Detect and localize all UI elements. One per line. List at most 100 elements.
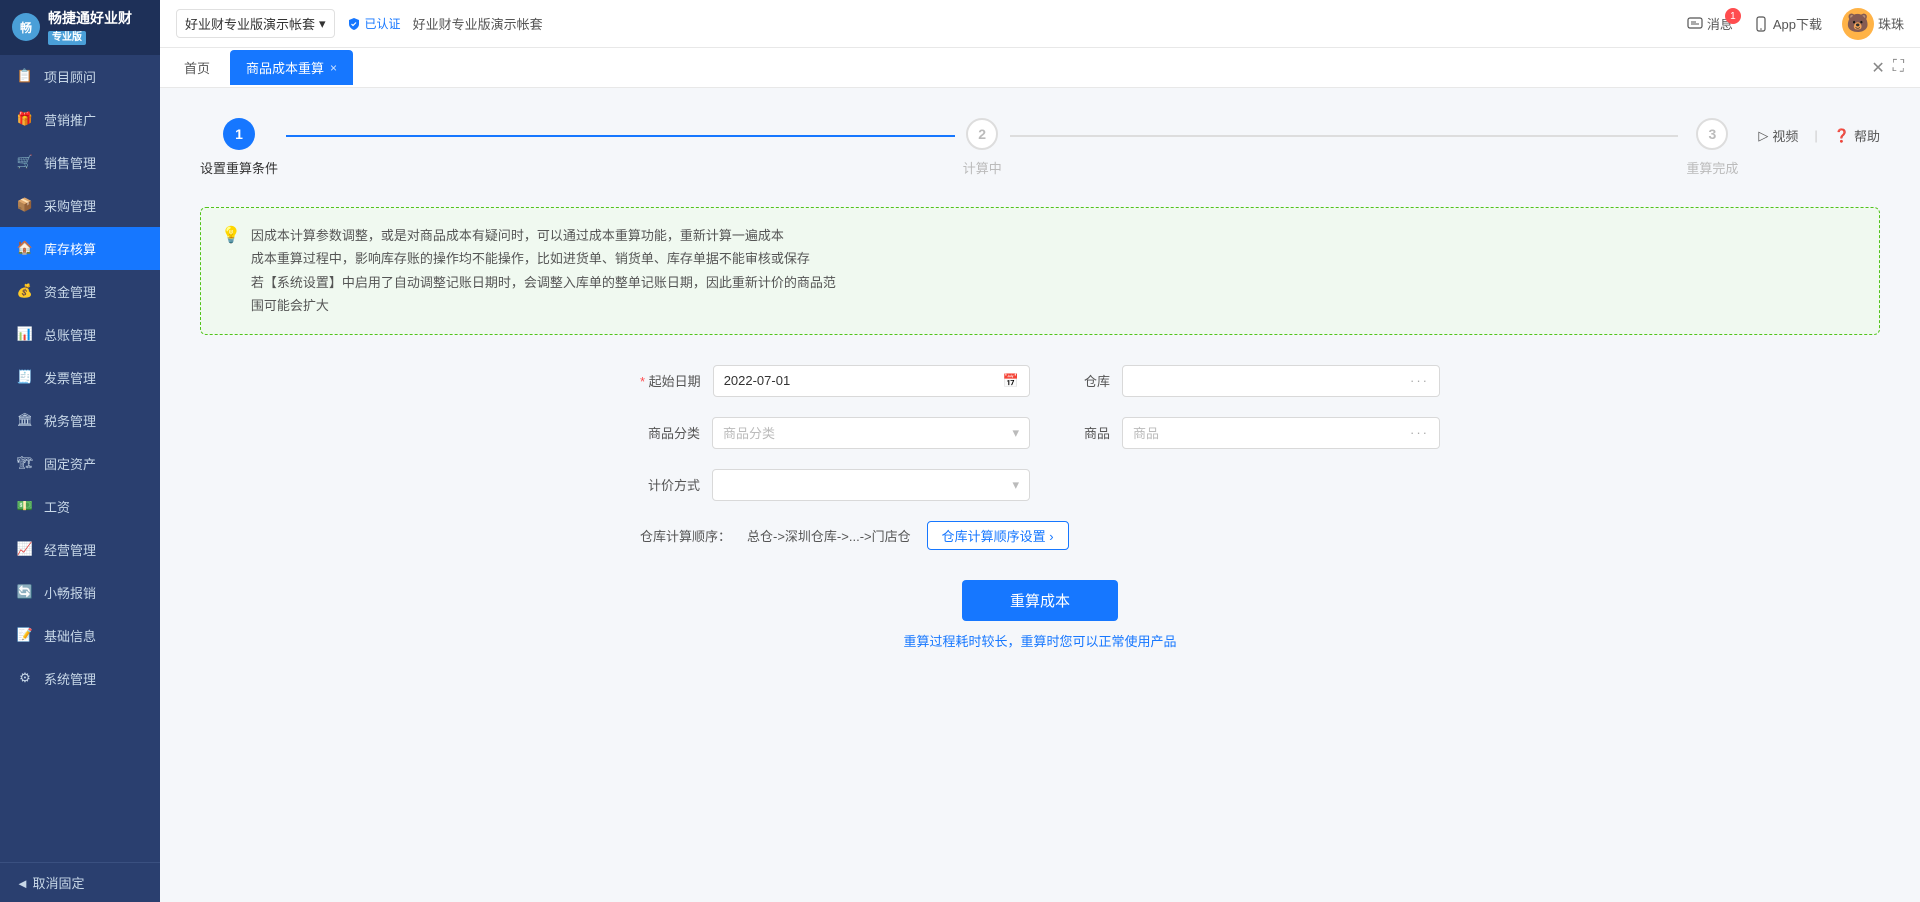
close-window-icon[interactable]: ✕	[1871, 58, 1884, 78]
step-3-circle: 3	[1696, 118, 1728, 150]
goods-dots-icon: ···	[1410, 425, 1429, 440]
tab-home[interactable]: 首页	[168, 50, 226, 85]
sidebar-item-inventory[interactable]: 🏠 库存核算	[0, 227, 160, 270]
tab-home-label: 首页	[184, 58, 210, 77]
sidebar-item-label: 库存核算	[44, 239, 96, 258]
warehouse-order-row: 仓库计算顺序： 总仓->深圳仓库->...->门店仓 仓库计算顺序设置 ›	[640, 521, 1440, 550]
sidebar-item-label: 经营管理	[44, 540, 96, 559]
sidebar-item-operations[interactable]: 📈 经营管理	[0, 528, 160, 571]
step-2-circle: 2	[966, 118, 998, 150]
warehouse-group: 仓库 ···	[1050, 365, 1440, 397]
marketing-icon: 🎁	[16, 110, 34, 128]
basic-icon: 📝	[16, 626, 34, 644]
sidebar-item-purchase[interactable]: 📦 采购管理	[0, 184, 160, 227]
fullscreen-icon[interactable]: ⛶	[1893, 58, 1904, 78]
category-select[interactable]: 商品分类 ▾	[712, 417, 1030, 449]
topbar-actions: 消息 1 App下载 🐻 珠珠	[1687, 8, 1904, 40]
phone-icon	[1753, 16, 1769, 32]
sidebar-item-accounting[interactable]: 📊 总账管理	[0, 313, 160, 356]
sidebar-item-label: 项目顾问	[44, 67, 96, 86]
sidebar-item-finance[interactable]: 💰 资金管理	[0, 270, 160, 313]
sidebar-item-label: 资金管理	[44, 282, 96, 301]
account-selector[interactable]: 好业财专业版演示帐套 ▾	[176, 9, 335, 38]
calendar-icon[interactable]: 📅	[1003, 373, 1019, 389]
form-row-3: 计价方式 ▾	[640, 469, 1440, 501]
step-1: 1 设置重算条件	[200, 118, 278, 177]
invoice-icon: 🧾	[16, 368, 34, 386]
tabbar-controls: ✕ ⛶	[1871, 58, 1912, 78]
pricing-select[interactable]: ▾	[712, 469, 1030, 501]
goods-input[interactable]: 商品 ···	[1122, 417, 1440, 449]
tabbar: 首页 商品成本重算 × ✕ ⛶	[160, 48, 1920, 88]
video-link[interactable]: ▷ 视频	[1758, 126, 1798, 145]
submit-hint: 重算过程耗时较长，重算时您可以正常使用产品	[640, 631, 1440, 650]
finance-icon: 💰	[16, 282, 34, 300]
assets-icon: 🏗	[16, 454, 34, 472]
sidebar-item-project[interactable]: 📋 项目顾问	[0, 55, 160, 98]
sidebar-item-invoice[interactable]: 🧾 发票管理	[0, 356, 160, 399]
goods-placeholder: 商品	[1133, 423, 1410, 442]
sidebar-item-tax[interactable]: 🏛 税务管理	[0, 399, 160, 442]
sales-icon: 🛒	[16, 153, 34, 171]
sidebar-item-label: 基础信息	[44, 626, 96, 645]
sidebar-item-label: 系统管理	[44, 669, 96, 688]
warehouse-label: 仓库	[1050, 371, 1110, 390]
sidebar-item-system[interactable]: ⚙ 系统管理	[0, 657, 160, 700]
message-icon	[1687, 16, 1703, 32]
lightbulb-icon: 💡	[221, 225, 241, 245]
category-label: 商品分类	[640, 423, 700, 442]
user-avatar-button[interactable]: 🐻 珠珠	[1842, 8, 1904, 40]
step-2: 2 计算中	[963, 118, 1002, 177]
warehouse-order-value: 总仓->深圳仓库->...->门店仓	[747, 526, 911, 545]
sidebar-item-expense[interactable]: 🔄 小畅报销	[0, 571, 160, 614]
goods-label: 商品	[1050, 423, 1110, 442]
message-button[interactable]: 消息 1	[1687, 14, 1733, 33]
start-date-value: 2022-07-01	[724, 373, 1003, 388]
shield-icon	[347, 17, 361, 31]
start-date-input[interactable]: 2022-07-01 📅	[713, 365, 1030, 397]
inventory-icon: 🏠	[16, 239, 34, 257]
info-box: 💡 因成本计算参数调整，或是对商品成本有疑问时，可以通过成本重算功能，重新计算一…	[200, 207, 1880, 335]
app-icon: 畅	[12, 13, 40, 41]
sidebar-item-label: 发票管理	[44, 368, 96, 387]
help-links: ▷ 视频 | ❓ 帮助	[1758, 118, 1880, 145]
warehouse-input[interactable]: ···	[1122, 365, 1440, 397]
app-download-button[interactable]: App下载	[1753, 14, 1822, 33]
step-2-label: 计算中	[963, 158, 1002, 177]
step-1-label: 设置重算条件	[200, 158, 278, 177]
sidebar-item-sales[interactable]: 🛒 销售管理	[0, 141, 160, 184]
pricing-group: 计价方式 ▾	[640, 469, 1030, 501]
divider: |	[1814, 128, 1817, 143]
account-name: 好业财专业版演示帐套	[185, 14, 315, 33]
project-icon: 📋	[16, 67, 34, 85]
sidebar-item-label: 小畅报销	[44, 583, 96, 602]
verified-account-name: 好业财专业版演示帐套	[413, 14, 543, 33]
steps-container: 1 设置重算条件 2 计算中 3 重算完成	[200, 118, 1738, 177]
recalculate-button[interactable]: 重算成本	[962, 580, 1118, 621]
sidebar-item-label: 采购管理	[44, 196, 96, 215]
tab-cost-recalc-label: 商品成本重算	[246, 58, 324, 77]
info-text: 因成本计算参数调整，或是对商品成本有疑问时，可以通过成本重算功能，重新计算一遍成…	[251, 224, 836, 318]
sidebar-item-assets[interactable]: 🏗 固定资产	[0, 442, 160, 485]
start-date-group: 起始日期 2022-07-01 📅	[640, 365, 1030, 397]
step-line-2	[1010, 135, 1679, 137]
tab-close-icon[interactable]: ×	[330, 61, 337, 75]
sidebar-item-salary[interactable]: 💵 工资	[0, 485, 160, 528]
message-badge: 1	[1725, 8, 1741, 24]
verified-badge: 已认证	[347, 15, 401, 32]
sidebar: 畅 畅捷通好业财 专业版 📋 项目顾问 🎁 营销推广 🛒 销售管理 📦 采购管理…	[0, 0, 160, 902]
sidebar-item-basic[interactable]: 📝 基础信息	[0, 614, 160, 657]
salary-icon: 💵	[16, 497, 34, 515]
sidebar-nav: 📋 项目顾问 🎁 营销推广 🛒 销售管理 📦 采购管理 🏠 库存核算 💰 资金管…	[0, 55, 160, 862]
sidebar-item-label: 税务管理	[44, 411, 96, 430]
pin-toggle-label: ◄ 取消固定	[16, 873, 84, 892]
app-download-label: App下载	[1773, 14, 1822, 33]
sidebar-pin-toggle[interactable]: ◄ 取消固定	[0, 862, 160, 902]
sidebar-item-marketing[interactable]: 🎁 营销推广	[0, 98, 160, 141]
help-link[interactable]: ❓ 帮助	[1834, 126, 1880, 145]
tab-cost-recalc[interactable]: 商品成本重算 ×	[230, 50, 353, 85]
warehouse-order-setting-button[interactable]: 仓库计算顺序设置 ›	[927, 521, 1069, 550]
step-1-circle: 1	[223, 118, 255, 150]
tax-icon: 🏛	[16, 411, 34, 429]
topbar: 好业财专业版演示帐套 ▾ 已认证 好业财专业版演示帐套 消息 1 App下载 🐻…	[160, 0, 1920, 48]
